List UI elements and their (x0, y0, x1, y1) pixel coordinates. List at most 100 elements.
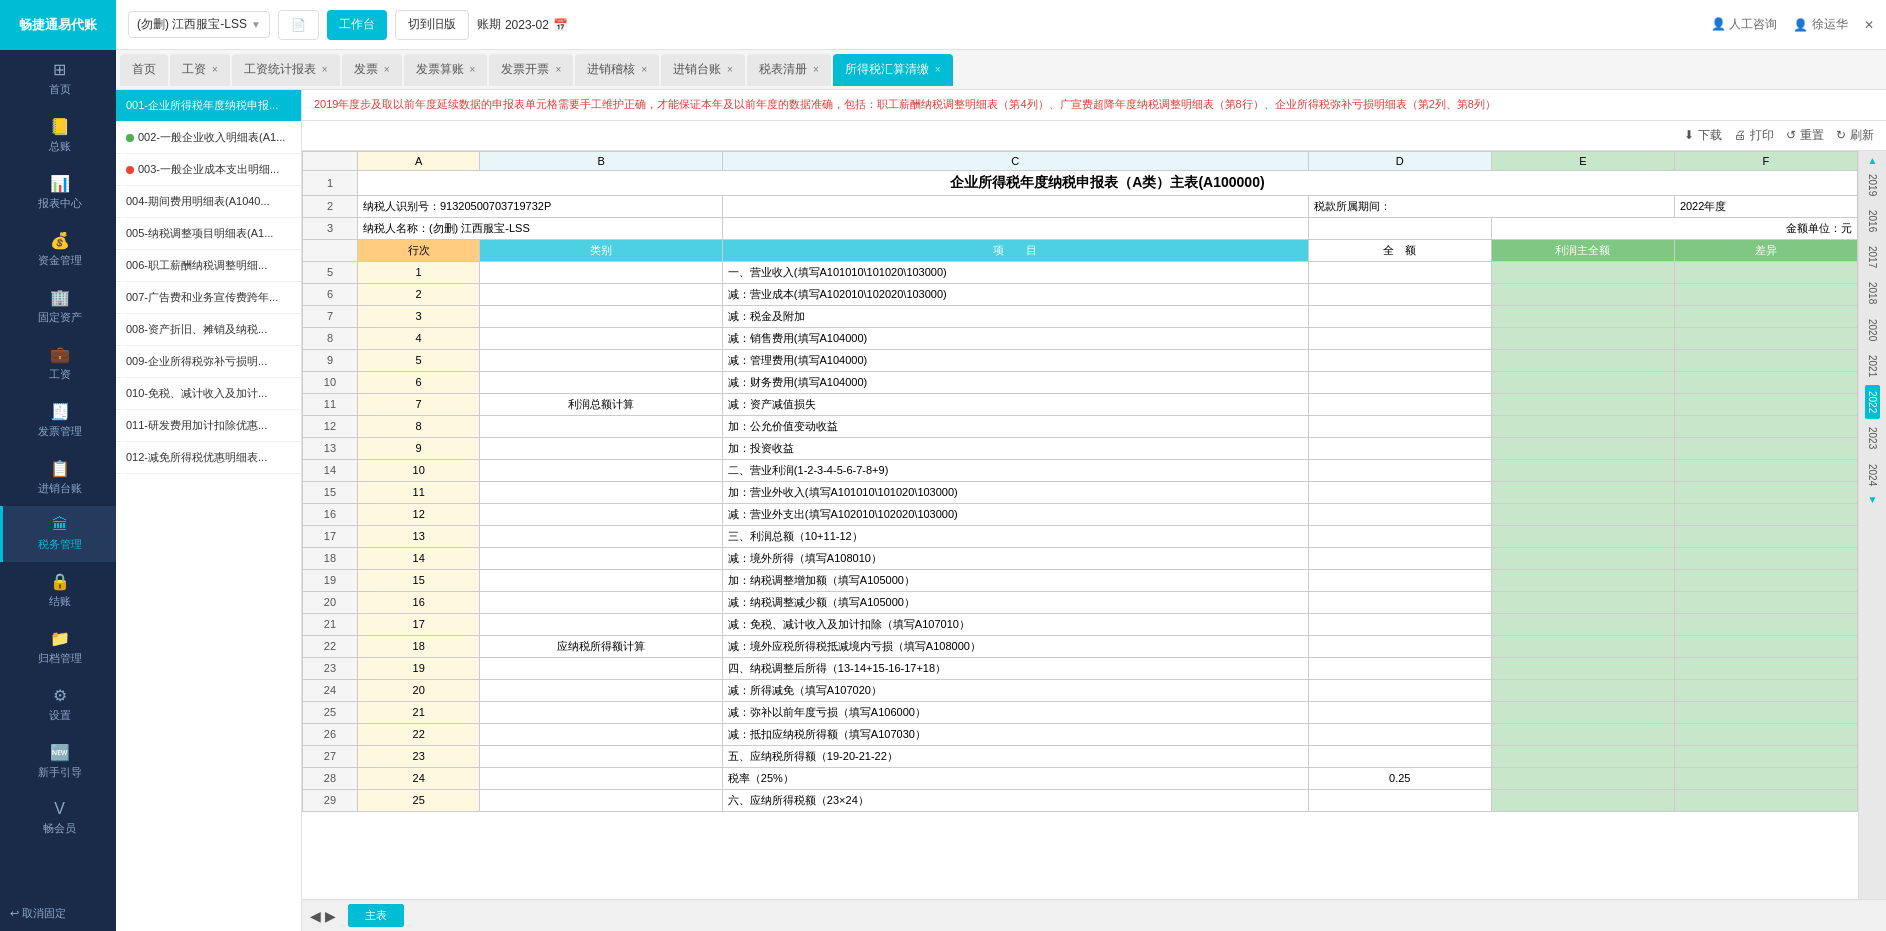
year-item-2016[interactable]: 2016 (1865, 204, 1880, 238)
diff-24[interactable] (1674, 789, 1857, 811)
left-panel-item-010[interactable]: 010-免税、减计收入及加计... (116, 378, 301, 410)
sidebar-item-home[interactable]: ⊞首页 (0, 50, 116, 107)
sidebar-item-close[interactable]: 🔒结账 (0, 562, 116, 619)
tab-所得税汇算清缴[interactable]: 所得税汇算清缴× (833, 54, 953, 86)
diff-22[interactable] (1674, 745, 1857, 767)
profit-amount-8[interactable] (1491, 437, 1674, 459)
diff-1[interactable] (1674, 283, 1857, 305)
tab-进销台账[interactable]: 进销台账× (661, 54, 745, 86)
profit-amount-4[interactable] (1491, 349, 1674, 371)
sidebar-item-sales[interactable]: 📋进销台账 (0, 449, 116, 506)
diff-18[interactable] (1674, 657, 1857, 679)
amount-13[interactable] (1308, 547, 1491, 569)
amount-9[interactable] (1308, 459, 1491, 481)
diff-8[interactable] (1674, 437, 1857, 459)
tab-close-icon[interactable]: × (555, 64, 561, 75)
profit-amount-21[interactable] (1491, 723, 1674, 745)
refresh-button[interactable]: ↻ 刷新 (1836, 127, 1874, 144)
tab-close-icon[interactable]: × (935, 64, 941, 75)
amount-1[interactable] (1308, 283, 1491, 305)
amount-0[interactable] (1308, 261, 1491, 283)
diff-10[interactable] (1674, 481, 1857, 503)
tab-发票[interactable]: 发票× (342, 54, 402, 86)
diff-23[interactable] (1674, 767, 1857, 789)
year-item-2023[interactable]: 2023 (1865, 421, 1880, 455)
amount-23[interactable]: 0.25 (1308, 767, 1491, 789)
diff-2[interactable] (1674, 305, 1857, 327)
download-button[interactable]: ⬇ 下载 (1684, 127, 1722, 144)
sheet-tab-main[interactable]: 主表 (348, 904, 404, 927)
year-item-2024[interactable]: 2024 (1865, 458, 1880, 492)
year-item-2020[interactable]: 2020 (1865, 313, 1880, 347)
diff-9[interactable] (1674, 459, 1857, 481)
tab-close-icon[interactable]: × (470, 64, 476, 75)
tab-发票算账[interactable]: 发票算账× (404, 54, 488, 86)
profit-amount-9[interactable] (1491, 459, 1674, 481)
sidebar-item-settings[interactable]: ⚙设置 (0, 676, 116, 733)
diff-13[interactable] (1674, 547, 1857, 569)
amount-12[interactable] (1308, 525, 1491, 547)
amount-4[interactable] (1308, 349, 1491, 371)
amount-24[interactable] (1308, 789, 1491, 811)
tab-close-icon[interactable]: × (322, 64, 328, 75)
tab-发票开票[interactable]: 发票开票× (489, 54, 573, 86)
profit-amount-13[interactable] (1491, 547, 1674, 569)
profit-amount-19[interactable] (1491, 679, 1674, 701)
left-panel-item-009[interactable]: 009-企业所得税弥补亏损明... (116, 346, 301, 378)
sidebar-item-archive[interactable]: 📁归档管理 (0, 619, 116, 676)
amount-19[interactable] (1308, 679, 1491, 701)
spreadsheet[interactable]: A B C D E F 1 企业所得税年度纳税申报表（A类） (302, 151, 1858, 899)
left-panel-item-002[interactable]: 002-一般企业收入明细表(A1... (116, 122, 301, 154)
amount-7[interactable] (1308, 415, 1491, 437)
workbench-button[interactable]: 工作台 (327, 10, 387, 40)
diff-14[interactable] (1674, 569, 1857, 591)
reset-button[interactable]: ↺ 重置 (1786, 127, 1824, 144)
amount-21[interactable] (1308, 723, 1491, 745)
profit-amount-18[interactable] (1491, 657, 1674, 679)
profit-amount-1[interactable] (1491, 283, 1674, 305)
diff-19[interactable] (1674, 679, 1857, 701)
profit-amount-17[interactable] (1491, 635, 1674, 657)
amount-15[interactable] (1308, 591, 1491, 613)
toggle-version-button[interactable]: 切到旧版 (395, 10, 469, 40)
profit-amount-12[interactable] (1491, 525, 1674, 547)
diff-21[interactable] (1674, 723, 1857, 745)
tab-首页[interactable]: 首页 (120, 54, 168, 86)
profit-amount-0[interactable] (1491, 261, 1674, 283)
amount-18[interactable] (1308, 657, 1491, 679)
tab-close-icon[interactable]: × (212, 64, 218, 75)
diff-12[interactable] (1674, 525, 1857, 547)
year-item-2019[interactable]: 2019 (1865, 168, 1880, 202)
sidebar-item-capital[interactable]: 💰资金管理 (0, 221, 116, 278)
amount-11[interactable] (1308, 503, 1491, 525)
year-item-2018[interactable]: 2018 (1865, 276, 1880, 310)
tab-税表清册[interactable]: 税表清册× (747, 54, 831, 86)
diff-4[interactable] (1674, 349, 1857, 371)
tab-close-icon[interactable]: × (727, 64, 733, 75)
profit-amount-3[interactable] (1491, 327, 1674, 349)
sheet-nav-left[interactable]: ◀ (310, 908, 321, 924)
diff-0[interactable] (1674, 261, 1857, 283)
sidebar-item-invoice[interactable]: 🧾发票管理 (0, 392, 116, 449)
profit-amount-11[interactable] (1491, 503, 1674, 525)
user-info[interactable]: 👤 徐运华 (1793, 16, 1848, 33)
profit-amount-24[interactable] (1491, 789, 1674, 811)
left-panel-item-008[interactable]: 008-资产折旧、摊销及纳税... (116, 314, 301, 346)
diff-3[interactable] (1674, 327, 1857, 349)
amount-22[interactable] (1308, 745, 1491, 767)
amount-17[interactable] (1308, 635, 1491, 657)
year-down-arrow[interactable]: ▼ (1868, 494, 1878, 505)
tab-工资[interactable]: 工资× (170, 54, 230, 86)
tab-close-icon[interactable]: × (813, 64, 819, 75)
amount-14[interactable] (1308, 569, 1491, 591)
profit-amount-7[interactable] (1491, 415, 1674, 437)
diff-15[interactable] (1674, 591, 1857, 613)
left-panel-item-007[interactable]: 007-广告费和业务宣传费跨年... (116, 282, 301, 314)
profit-amount-22[interactable] (1491, 745, 1674, 767)
amount-16[interactable] (1308, 613, 1491, 635)
tab-close-icon[interactable]: × (641, 64, 647, 75)
sidebar-item-fixed[interactable]: 🏢固定资产 (0, 278, 116, 335)
print-icon-btn[interactable]: 📄 (278, 10, 319, 40)
amount-8[interactable] (1308, 437, 1491, 459)
sidebar-item-payroll[interactable]: 💼工资 (0, 335, 116, 392)
